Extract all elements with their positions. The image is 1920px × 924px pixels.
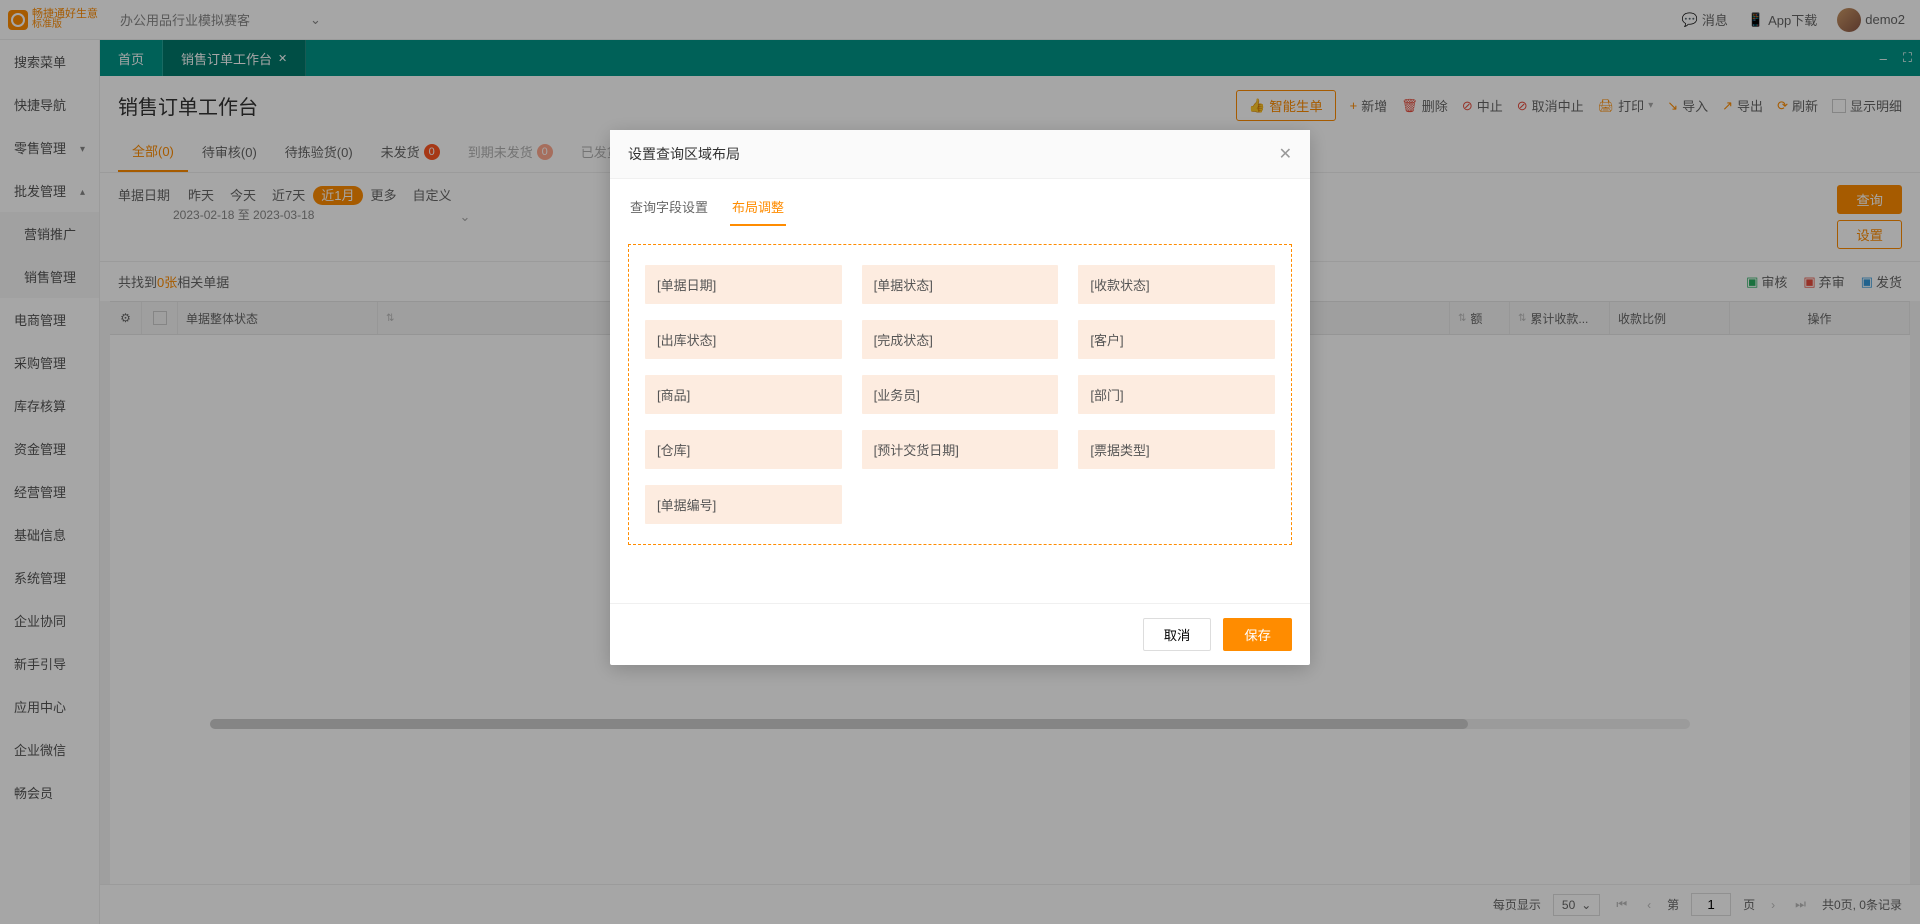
close-icon[interactable]: ✕ — [1279, 144, 1292, 164]
layout-field[interactable]: [收款状态] — [1078, 265, 1275, 304]
layout-field[interactable]: [出库状态] — [645, 320, 842, 359]
save-button[interactable]: 保存 — [1223, 618, 1292, 651]
layout-field[interactable]: [完成状态] — [862, 320, 1059, 359]
layout-field[interactable]: [单据编号] — [645, 485, 842, 524]
modal-title: 设置查询区域布局 — [628, 144, 740, 164]
field-drag-area[interactable]: [单据日期] [单据状态] [收款状态] [出库状态] [完成状态] [客户] [商品] [业… — [628, 244, 1292, 545]
layout-field[interactable]: [客户] — [1078, 320, 1275, 359]
layout-field[interactable]: [业务员] — [862, 375, 1059, 414]
layout-field[interactable]: [单据日期] — [645, 265, 842, 304]
layout-field[interactable]: [商品] — [645, 375, 842, 414]
modal-overlay[interactable]: 设置查询区域布局 ✕ 查询字段设置 布局调整 [单据日期] [单据状态] [收款状态… — [0, 0, 1920, 924]
layout-field[interactable]: [部门] — [1078, 375, 1275, 414]
layout-field[interactable]: [预计交货日期] — [862, 430, 1059, 469]
layout-field[interactable]: [票据类型] — [1078, 430, 1275, 469]
layout-field[interactable]: [仓库] — [645, 430, 842, 469]
tab-query-fields[interactable]: 查询字段设置 — [628, 189, 710, 226]
modal-tabs: 查询字段设置 布局调整 — [610, 179, 1310, 226]
layout-field[interactable]: [单据状态] — [862, 265, 1059, 304]
cancel-button[interactable]: 取消 — [1143, 618, 1212, 651]
tab-layout-adjust[interactable]: 布局调整 — [730, 189, 786, 226]
layout-settings-modal: 设置查询区域布局 ✕ 查询字段设置 布局调整 [单据日期] [单据状态] [收款状态… — [610, 130, 1310, 665]
